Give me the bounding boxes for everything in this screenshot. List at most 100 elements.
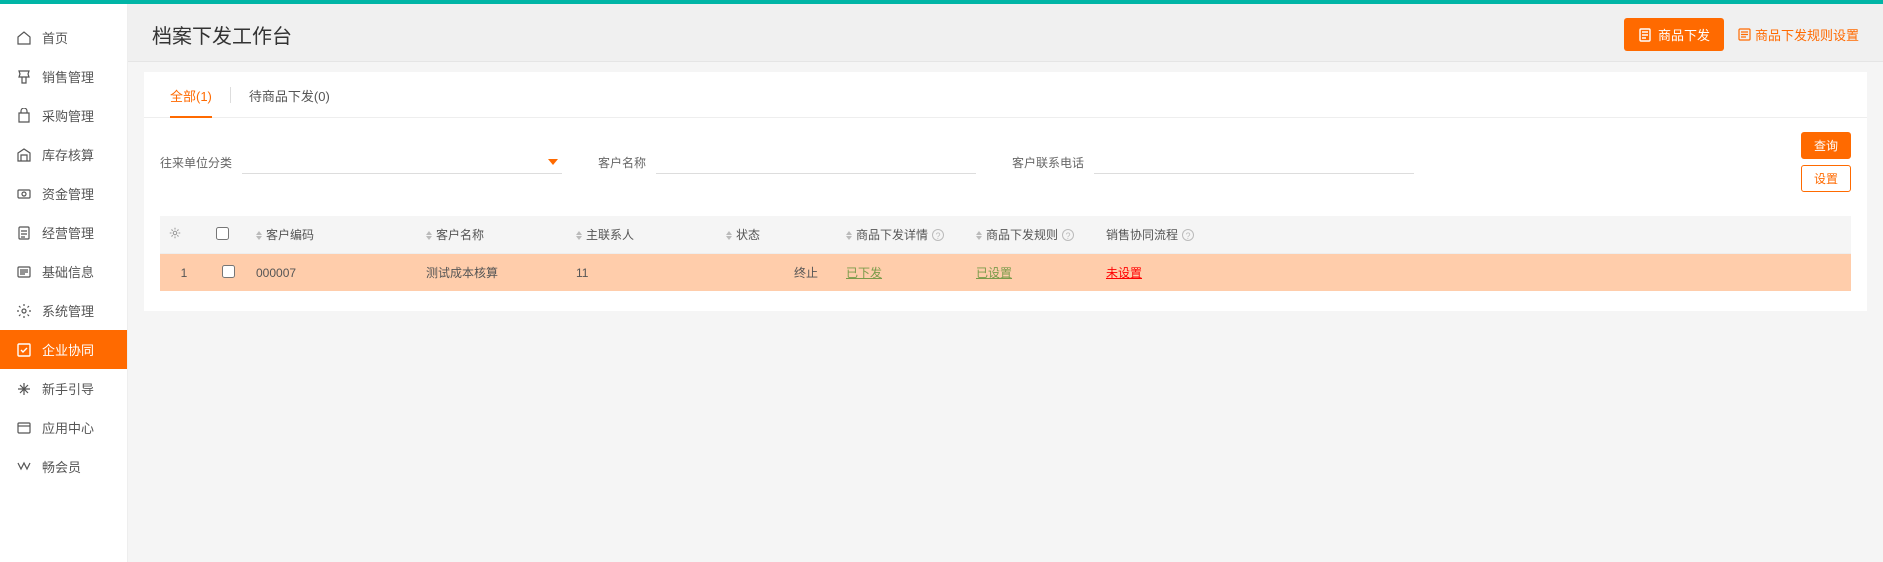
col-label: 状态 — [736, 228, 760, 242]
sidebar-item-inventory[interactable]: 库存核算 — [0, 135, 127, 174]
tab-all[interactable]: 全部(1) — [160, 72, 222, 117]
dispatch-goods-button[interactable]: 商品下发 — [1624, 18, 1724, 51]
sidebar-item-apps[interactable]: 应用中心 — [0, 408, 127, 447]
dispatch-rule-link[interactable]: 已设置 — [976, 266, 1012, 280]
col-label: 销售协同流程 — [1106, 228, 1178, 242]
col-dispatch-rule[interactable]: 商品下发规则? — [968, 216, 1098, 254]
sidebar-item-label: 经营管理 — [42, 223, 94, 242]
col-label: 主联系人 — [586, 228, 634, 242]
sidebar-item-system[interactable]: 系统管理 — [0, 291, 127, 330]
col-label: 客户编码 — [266, 228, 314, 242]
gear-icon — [16, 303, 32, 319]
field-label: 客户名称 — [598, 154, 646, 171]
col-checkbox — [208, 216, 248, 254]
help-icon[interactable]: ? — [932, 229, 944, 241]
filter-category: 往来单位分类 — [160, 151, 562, 174]
vip-icon — [16, 459, 32, 475]
customer-name-input[interactable] — [656, 151, 976, 174]
field-label: 客户联系电话 — [1012, 154, 1084, 171]
help-icon[interactable]: ? — [1182, 229, 1194, 241]
sort-icon — [256, 231, 262, 240]
sidebar-item-label: 首页 — [42, 28, 68, 47]
cell-contact: 11 — [568, 254, 718, 292]
main-content: 档案下发工作台 商品下发 商品下发规则设置 全部(1) 待商品下发(0) — [128, 4, 1883, 562]
sidebar-item-label: 基础信息 — [42, 262, 94, 281]
sidebar-item-label: 系统管理 — [42, 301, 94, 320]
tab-divider — [230, 87, 231, 103]
link-label: 商品下发规则设置 — [1755, 25, 1859, 44]
col-dispatch-detail[interactable]: 商品下发详情? — [838, 216, 968, 254]
sparkle-icon — [16, 381, 32, 397]
sidebar-item-finance[interactable]: 资金管理 — [0, 174, 127, 213]
col-main-contact[interactable]: 主联系人 — [568, 216, 718, 254]
col-settings[interactable] — [160, 216, 208, 254]
bag-icon — [16, 108, 32, 124]
sidebar-item-home[interactable]: 首页 — [0, 18, 127, 57]
apps-icon — [16, 420, 32, 436]
collab-icon — [16, 342, 32, 358]
sidebar: 首页 销售管理 采购管理 库存核算 资金管理 经营管理 基础信息 系统管理 — [0, 4, 128, 562]
page-header: 档案下发工作台 商品下发 商品下发规则设置 — [128, 4, 1883, 62]
col-sales-flow: 销售协同流程? — [1098, 216, 1851, 254]
badge-icon — [16, 69, 32, 85]
sort-icon — [846, 231, 852, 240]
sales-flow-link[interactable]: 未设置 — [1106, 266, 1142, 280]
filter-customer-name: 客户名称 — [598, 151, 976, 174]
sort-icon — [976, 231, 982, 240]
query-button[interactable]: 查询 — [1801, 132, 1851, 159]
sidebar-item-sales[interactable]: 销售管理 — [0, 57, 127, 96]
panel: 全部(1) 待商品下发(0) 往来单位分类 客户名称 — [144, 72, 1867, 311]
col-status[interactable]: 状态 — [718, 216, 838, 254]
category-select[interactable] — [242, 151, 562, 174]
field-label: 往来单位分类 — [160, 154, 232, 171]
sidebar-item-label: 企业协同 — [42, 340, 94, 359]
col-customer-name[interactable]: 客户名称 — [418, 216, 568, 254]
col-label: 商品下发规则 — [986, 228, 1058, 242]
sidebar-item-label: 新手引导 — [42, 379, 94, 398]
col-label: 客户名称 — [436, 228, 484, 242]
document-icon — [1638, 28, 1652, 42]
sidebar-item-label: 资金管理 — [42, 184, 94, 203]
cell-status: 终止 — [718, 254, 838, 292]
sidebar-item-basedata[interactable]: 基础信息 — [0, 252, 127, 291]
gear-icon — [168, 226, 182, 240]
customer-table: 客户编码 客户名称 主联系人 状态 商品下发详情? 商品下发规则? 销售协同流程… — [160, 216, 1851, 291]
dispatch-detail-link[interactable]: 已下发 — [846, 266, 882, 280]
page-title: 档案下发工作台 — [152, 20, 292, 49]
sidebar-item-collaboration[interactable]: 企业协同 — [0, 330, 127, 369]
header-actions: 商品下发 商品下发规则设置 — [1624, 18, 1859, 51]
dispatch-rules-link[interactable]: 商品下发规则设置 — [1738, 25, 1859, 44]
row-checkbox[interactable] — [222, 265, 235, 278]
sidebar-item-label: 采购管理 — [42, 106, 94, 125]
tab-pending[interactable]: 待商品下发(0) — [239, 72, 340, 117]
sidebar-item-label: 库存核算 — [42, 145, 94, 164]
help-icon[interactable]: ? — [1062, 229, 1074, 241]
rules-icon — [1738, 28, 1751, 41]
sidebar-item-guide[interactable]: 新手引导 — [0, 369, 127, 408]
filter-customer-phone: 客户联系电话 — [1012, 151, 1414, 174]
sidebar-item-purchase[interactable]: 采购管理 — [0, 96, 127, 135]
customer-phone-input[interactable] — [1094, 151, 1414, 174]
cell-code: 000007 — [248, 254, 418, 292]
row-index: 1 — [160, 254, 208, 292]
table-container: 客户编码 客户名称 主联系人 状态 商品下发详情? 商品下发规则? 销售协同流程… — [144, 206, 1867, 311]
clipboard-icon — [16, 225, 32, 241]
sidebar-item-label: 畅会员 — [42, 457, 81, 476]
sort-icon — [426, 231, 432, 240]
sidebar-item-label: 应用中心 — [42, 418, 94, 437]
col-customer-code[interactable]: 客户编码 — [248, 216, 418, 254]
col-label: 商品下发详情 — [856, 228, 928, 242]
button-label: 商品下发 — [1658, 25, 1710, 44]
sidebar-item-business[interactable]: 经营管理 — [0, 213, 127, 252]
table-row[interactable]: 1 000007 测试成本核算 11 终止 已下发 已设置 未设置 — [160, 254, 1851, 292]
select-all-checkbox[interactable] — [216, 227, 229, 240]
filter-settings-button[interactable]: 设置 — [1801, 165, 1851, 192]
sidebar-item-vip[interactable]: 畅会员 — [0, 447, 127, 486]
cell-name: 测试成本核算 — [418, 254, 568, 292]
filter-bar: 往来单位分类 客户名称 客户联系电话 查询 — [144, 118, 1867, 206]
money-icon — [16, 186, 32, 202]
list-icon — [16, 264, 32, 280]
warehouse-icon — [16, 147, 32, 163]
tabs: 全部(1) 待商品下发(0) — [144, 72, 1867, 118]
sidebar-item-label: 销售管理 — [42, 67, 94, 86]
